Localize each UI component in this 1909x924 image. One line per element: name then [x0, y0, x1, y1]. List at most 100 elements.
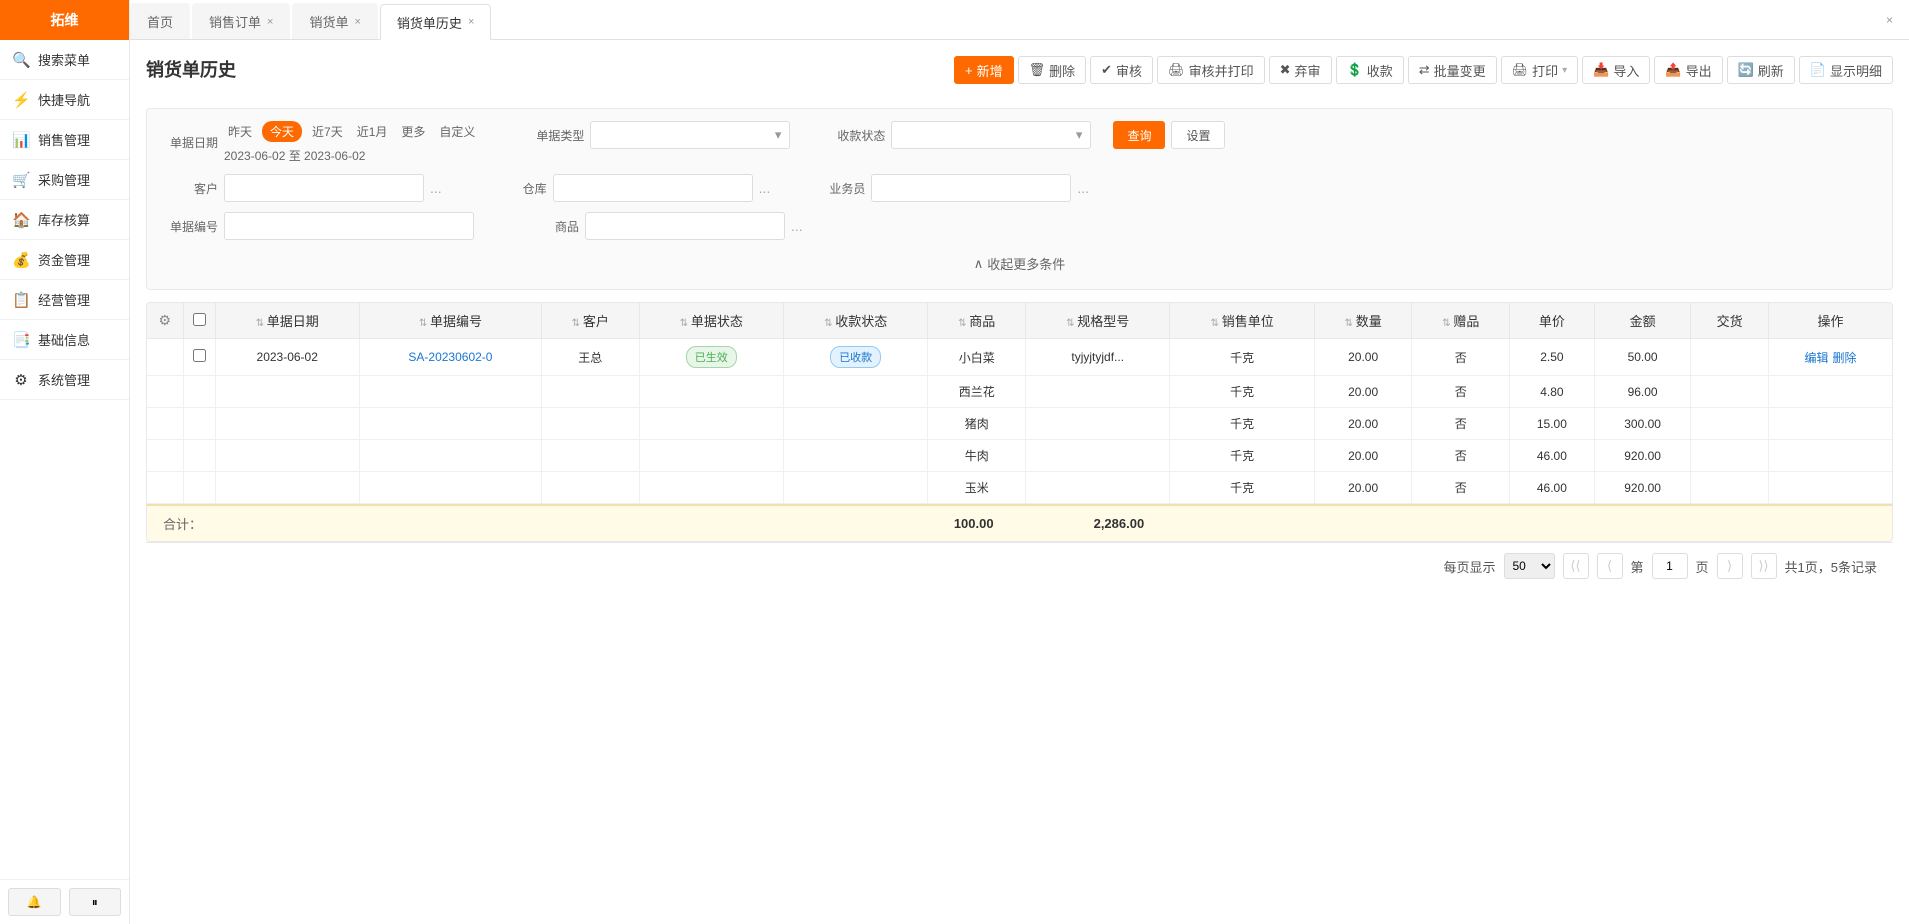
sidebar-item-operations[interactable]: 📋 经营管理 [0, 280, 129, 320]
td-action [1768, 472, 1892, 504]
page-number-input[interactable] [1652, 553, 1688, 579]
sidebar-item-system-mgmt[interactable]: ⚙ 系统管理 [0, 360, 129, 400]
action-link[interactable]: 编辑 [1804, 349, 1828, 366]
td-doc-date [215, 376, 359, 408]
abandon-button[interactable]: ✖ 弃审 [1269, 56, 1332, 84]
sidebar-notify-btn[interactable]: 🔔 [8, 888, 61, 916]
warehouse-input[interactable] [553, 174, 753, 202]
table-row: 西兰花 千克 20.00 否 4.80 96.00 [147, 376, 1892, 408]
th-goods[interactable]: 商品 [928, 303, 1026, 339]
td-goods: 小白菜 [928, 339, 1026, 376]
doc-type-select[interactable]: ▾ [590, 121, 790, 149]
collect-button[interactable]: 💲 收款 [1336, 56, 1404, 84]
tab-sales-goods[interactable]: 销货单 × [292, 3, 377, 39]
audit-print-button[interactable]: 🖨 审核并打印 [1157, 56, 1265, 84]
dropdown-arrow-icon[interactable]: ▾ [1562, 65, 1567, 76]
tab-sales-order[interactable]: 销售订单 × [192, 3, 290, 39]
sidebar-pause-btn[interactable]: ⏸ [69, 888, 122, 916]
sidebar-item-inventory[interactable]: 🏠 库存核算 [0, 200, 129, 240]
th-spec[interactable]: 规格型号 [1026, 303, 1170, 339]
show-detail-button[interactable]: 📄 显示明细 [1799, 56, 1893, 84]
table-settings-icon[interactable]: ⚙ [158, 312, 171, 328]
date-btn-more[interactable]: 更多 [397, 121, 429, 142]
close-all-tabs[interactable]: × [1878, 9, 1901, 31]
sidebar-item-label: 经营管理 [38, 290, 90, 309]
warehouse-dots-icon[interactable]: ... [759, 180, 771, 196]
th-price: 单价 [1510, 303, 1595, 339]
goods-input[interactable] [585, 212, 785, 240]
td-qty: 20.00 [1314, 440, 1412, 472]
abandon-icon: ✖ [1280, 62, 1291, 78]
td-payment-status: 已收款 [783, 339, 927, 376]
docno-input[interactable] [224, 212, 474, 240]
th-doc-date[interactable]: 单据日期 [215, 303, 359, 339]
th-amount: 金额 [1594, 303, 1691, 339]
import-button[interactable]: 📥 导入 [1582, 56, 1650, 84]
date-quick-buttons: 昨天 今天 近7天 近1月 更多 自定义 [224, 121, 479, 142]
th-checkbox [183, 303, 215, 339]
sidebar-item-purchase-mgmt[interactable]: 🛒 采购管理 [0, 160, 129, 200]
date-btn-custom[interactable]: 自定义 [435, 121, 479, 142]
close-icon[interactable]: × [354, 16, 360, 28]
batch-change-button[interactable]: ⇄ 批量变更 [1408, 56, 1497, 84]
add-button[interactable]: + 新增 [954, 56, 1014, 84]
th-qty[interactable]: 数量 [1314, 303, 1412, 339]
td-trade [1691, 472, 1768, 504]
payment-status-select[interactable]: ▾ [891, 121, 1091, 149]
action-link[interactable]: 删除 [1832, 349, 1856, 366]
th-gift[interactable]: 赠品 [1412, 303, 1510, 339]
salesman-dots-icon[interactable]: ... [1077, 180, 1089, 196]
next-page-button[interactable]: ⟩ [1717, 553, 1743, 579]
td-checkbox [183, 472, 215, 504]
customer-dots-icon[interactable]: ... [430, 180, 442, 196]
th-doc-no[interactable]: 单据编号 [359, 303, 541, 339]
filter-row-2: 客户 ... 仓库 ... 业务员 ... [163, 174, 1876, 202]
td-trade [1691, 440, 1768, 472]
delete-button[interactable]: 🗑 删除 [1018, 56, 1087, 84]
first-page-button[interactable]: ⟨⟨ [1563, 553, 1589, 579]
salesman-input[interactable] [871, 174, 1071, 202]
customer-input[interactable] [224, 174, 424, 202]
td-checkbox [183, 376, 215, 408]
refresh-button[interactable]: 🔄 刷新 [1727, 56, 1795, 84]
goods-dots-icon[interactable]: ... [791, 218, 803, 234]
query-area: 查询 设置 [1113, 121, 1225, 149]
audit-button[interactable]: ✔ 审核 [1090, 56, 1153, 84]
summary-total-amount: 2,286.00 [1094, 516, 1145, 531]
doc-no-link[interactable]: SA-20230602-0 [408, 350, 492, 364]
th-unit[interactable]: 销售单位 [1170, 303, 1314, 339]
settings-button[interactable]: 设置 [1171, 121, 1225, 149]
export-button[interactable]: 📤 导出 [1654, 56, 1722, 84]
tab-sales-history[interactable]: 销货单历史 × [380, 4, 491, 40]
query-button[interactable]: 查询 [1113, 121, 1165, 149]
td-amount: 920.00 [1594, 472, 1691, 504]
tab-home-label: 首页 [147, 12, 173, 31]
close-icon[interactable]: × [468, 16, 474, 28]
date-btn-yesterday[interactable]: 昨天 [224, 121, 256, 142]
th-payment-status[interactable]: 收款状态 [783, 303, 927, 339]
sidebar-item-basic-info[interactable]: 📑 基础信息 [0, 320, 129, 360]
clipboard-icon: 📋 [12, 291, 30, 309]
td-qty: 20.00 [1314, 408, 1412, 440]
th-settings[interactable]: ⚙ [147, 303, 183, 339]
date-btn-7days[interactable]: 近7天 [308, 121, 347, 142]
select-all-checkbox[interactable] [193, 313, 206, 326]
sidebar-item-sales-mgmt[interactable]: 📊 销售管理 [0, 120, 129, 160]
sidebar-item-finance[interactable]: 💰 资金管理 [0, 240, 129, 280]
sidebar-item-quick-nav[interactable]: ⚡ 快捷导航 [0, 80, 129, 120]
date-btn-today[interactable]: 今天 [262, 121, 302, 142]
th-doc-status[interactable]: 单据状态 [639, 303, 783, 339]
th-customer[interactable]: 客户 [541, 303, 639, 339]
prev-page-button[interactable]: ⟨ [1597, 553, 1623, 579]
date-btn-1month[interactable]: 近1月 [353, 121, 392, 142]
td-qty: 20.00 [1314, 376, 1412, 408]
print-button[interactable]: 🖨 打印 ▾ [1501, 56, 1579, 84]
filter-goods-label: 商品 [524, 218, 579, 235]
tab-home[interactable]: 首页 [130, 3, 190, 39]
collapse-filter-btn[interactable]: ∧ 收起更多条件 [163, 250, 1876, 277]
last-page-button[interactable]: ⟩⟩ [1751, 553, 1777, 579]
sidebar-item-search-menu[interactable]: 🔍 搜索菜单 [0, 40, 129, 80]
row-checkbox[interactable] [193, 349, 206, 362]
page-size-select[interactable]: 50 20 100 200 [1504, 553, 1555, 579]
close-icon[interactable]: × [267, 16, 273, 28]
